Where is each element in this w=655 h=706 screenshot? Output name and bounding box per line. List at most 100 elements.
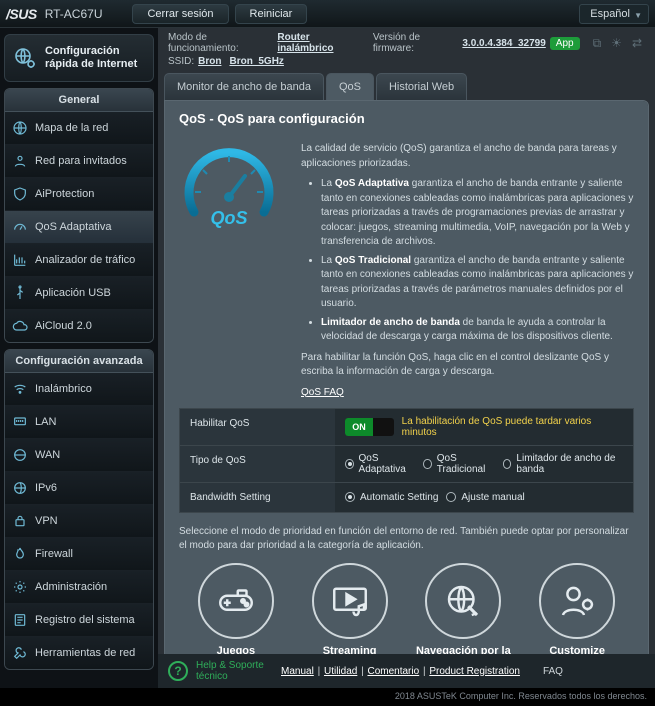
- qos-faq-link[interactable]: QoS FAQ: [301, 387, 344, 398]
- sidebar-item-guest-network[interactable]: Red para invitados: [5, 144, 153, 177]
- qos-gauge-icon: QoS: [179, 142, 289, 398]
- qos-type-limiter-radio[interactable]: Limitador de ancho de banda: [503, 453, 623, 475]
- globe-gear-icon: [13, 46, 37, 70]
- sidebar-item-vpn[interactable]: VPN: [5, 504, 153, 537]
- sidebar-item-label: Herramientas de red: [35, 647, 135, 660]
- gear-icon: [11, 578, 29, 596]
- chart-icon: [11, 251, 29, 269]
- sidebar-item-traffic-analyzer[interactable]: Analizador de tráfico: [5, 243, 153, 276]
- sidebar-item-wan[interactable]: WAN: [5, 438, 153, 471]
- qos-type-adaptive-radio[interactable]: QoS Adaptativa: [345, 453, 415, 475]
- qos-settings-table: Habilitar QoS ON La habilitación de QoS …: [179, 408, 634, 513]
- sidebar-item-qos[interactable]: QoS Adaptativa: [5, 210, 153, 243]
- led-icon[interactable]: ☀: [608, 36, 625, 50]
- bw-manual-radio[interactable]: Ajuste manual: [446, 492, 524, 503]
- help-label: Help & Soporte técnico: [196, 660, 266, 682]
- bandwidth-setting-label: Bandwidth Setting: [180, 483, 335, 512]
- sidebar-item-usb-app[interactable]: Aplicación USB: [5, 276, 153, 309]
- sidebar-item-syslog[interactable]: Registro del sistema: [5, 603, 153, 636]
- app-badge[interactable]: App: [550, 37, 580, 50]
- general-heading: General: [5, 89, 153, 112]
- brand-logo: /SUS: [6, 6, 37, 22]
- sidebar-item-label: AiProtection: [35, 188, 94, 200]
- lan-icon: [11, 413, 29, 431]
- sidebar-item-firewall[interactable]: Firewall: [5, 537, 153, 570]
- tools-icon: [11, 644, 29, 662]
- ssid-label: SSID:: [168, 56, 194, 67]
- opmode-link[interactable]: Router inalámbrico: [277, 32, 363, 54]
- qos-panel: QoS - QoS para configuración QoS La cali…: [164, 100, 649, 682]
- gauge-icon: [11, 218, 29, 236]
- qos-type-label: Tipo de QoS: [180, 446, 335, 482]
- enable-qos-label: Habilitar QoS: [180, 409, 335, 445]
- sidebar-item-wireless[interactable]: Inalámbrico: [5, 373, 153, 405]
- sidebar-item-label: Inalámbrico: [35, 383, 92, 395]
- sidebar-item-label: QoS Adaptativa: [35, 221, 111, 233]
- sidebar-item-label: Administración: [35, 581, 107, 593]
- usb-status-icon[interactable]: ⇄: [629, 36, 645, 50]
- sidebar-item-network-map[interactable]: Mapa de la red: [5, 112, 153, 144]
- shield-icon: [11, 185, 29, 203]
- fw-label: Versión de firmware:: [373, 32, 459, 54]
- logout-button[interactable]: Cerrar sesión: [132, 4, 228, 24]
- advanced-heading: Configuración avanzada: [5, 350, 153, 373]
- bw-auto-radio[interactable]: Automatic Setting: [345, 492, 438, 503]
- sidebar-item-label: Registro del sistema: [35, 614, 135, 626]
- sidebar-item-lan[interactable]: LAN: [5, 405, 153, 438]
- sidebar-item-label: AiCloud 2.0: [35, 320, 92, 332]
- customize-icon: [539, 563, 615, 639]
- model-label: RT-AC67U: [45, 7, 103, 21]
- footer-manual-link[interactable]: Manual: [281, 666, 314, 677]
- quick-setup-button[interactable]: Configuración rápida de Internet: [4, 34, 154, 82]
- footer-feedback-link[interactable]: Comentario: [367, 666, 419, 677]
- priority-description: Seleccione el modo de prioridad en funci…: [179, 525, 634, 553]
- sidebar-item-label: LAN: [35, 416, 56, 428]
- ipv6-icon: [11, 479, 29, 497]
- map-icon: [11, 119, 29, 137]
- sidebar-item-label: VPN: [35, 515, 58, 527]
- page-title: QoS - QoS para configuración: [179, 111, 634, 126]
- qos-type-traditional-radio[interactable]: QoS Tradicional: [423, 453, 495, 475]
- usb-icon: [11, 284, 29, 302]
- guest-icon: [11, 152, 29, 170]
- devices-icon[interactable]: ⧉: [590, 36, 605, 51]
- enable-qos-toggle[interactable]: ON: [345, 418, 394, 436]
- sidebar-item-label: Firewall: [35, 548, 73, 560]
- help-icon[interactable]: ?: [168, 661, 188, 681]
- fire-icon: [11, 545, 29, 563]
- help-bar: ? Help & Soporte técnico Manual | Utilid…: [158, 654, 655, 688]
- sidebar-item-nettools[interactable]: Herramientas de red: [5, 636, 153, 669]
- sidebar-item-label: Analizador de tráfico: [35, 254, 135, 267]
- tab-bandwidth-monitor[interactable]: Monitor de ancho de banda: [164, 73, 324, 100]
- footer-utility-link[interactable]: Utilidad: [324, 666, 357, 677]
- wan-icon: [11, 446, 29, 464]
- sidebar-item-admin[interactable]: Administración: [5, 570, 153, 603]
- web-icon: [425, 563, 501, 639]
- sidebar-item-label: Red para invitados: [35, 155, 127, 167]
- sidebar-item-ipv6[interactable]: IPv6: [5, 471, 153, 504]
- qos-description: La calidad de servicio (QoS) garantiza e…: [301, 142, 634, 398]
- reboot-button[interactable]: Reiniciar: [235, 4, 308, 24]
- ssid-24-link[interactable]: Bron: [198, 56, 221, 67]
- tab-bar: Monitor de ancho de banda QoS Historial …: [158, 73, 655, 100]
- sidebar-item-label: WAN: [35, 449, 60, 461]
- ssid-5-link[interactable]: Bron_5GHz: [229, 56, 283, 67]
- tab-web-history[interactable]: Historial Web: [376, 73, 467, 100]
- footer-faq[interactable]: FAQ: [543, 666, 563, 677]
- opmode-label: Modo de funcionamiento:: [168, 32, 273, 54]
- language-select[interactable]: Español: [579, 4, 649, 24]
- sidebar-item-label: IPv6: [35, 482, 57, 494]
- content-area: Modo de funcionamiento: Router inalámbri…: [158, 28, 655, 688]
- quick-setup-label: Configuración rápida de Internet: [45, 45, 145, 71]
- media-icon: [312, 563, 388, 639]
- sidebar-item-aiprotection[interactable]: AiProtection: [5, 177, 153, 210]
- sidebar: Configuración rápida de Internet General…: [0, 28, 158, 688]
- tab-qos[interactable]: QoS: [326, 73, 374, 100]
- sidebar-item-label: Aplicación USB: [35, 287, 111, 299]
- copyright: 2018 ASUSTeK Computer Inc. Reservados to…: [0, 688, 655, 706]
- footer-register-link[interactable]: Product Registration: [429, 666, 520, 677]
- sidebar-item-label: Mapa de la red: [35, 122, 108, 134]
- sidebar-item-aicloud[interactable]: AiCloud 2.0: [5, 309, 153, 342]
- cloud-icon: [11, 317, 29, 335]
- fw-link[interactable]: 3.0.0.4.384_32799: [462, 38, 545, 49]
